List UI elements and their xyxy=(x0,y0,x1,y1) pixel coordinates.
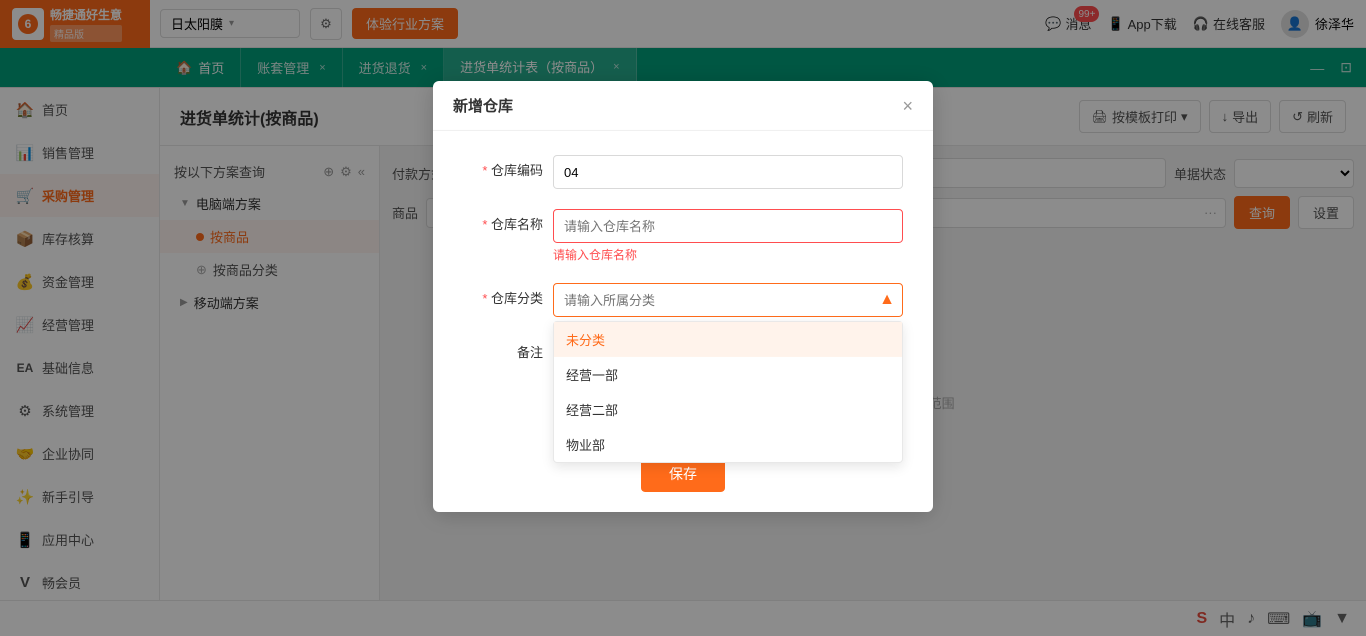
warehouse-category-label: 仓库分类 xyxy=(463,283,543,308)
warehouse-code-label: 仓库编码 xyxy=(463,155,543,180)
warehouse-category-field: ▲ 未分类 经营一部 经营二部 物业部 xyxy=(553,283,903,317)
modal-close-button[interactable]: × xyxy=(902,96,913,114)
warehouse-name-row: 仓库名称 请输入仓库名称 xyxy=(463,209,903,263)
new-warehouse-modal: 新增仓库 × 仓库编码 仓库名称 请输入仓库名称 仓库分类 ▲ xyxy=(433,81,933,512)
warehouse-name-input[interactable] xyxy=(553,209,903,243)
warehouse-remark-label: 备注 xyxy=(463,337,543,362)
dropdown-item-dept2[interactable]: 经营二部 xyxy=(554,392,902,427)
warehouse-category-input[interactable] xyxy=(553,283,903,317)
modal-title: 新增仓库 xyxy=(453,95,513,116)
warehouse-code-row: 仓库编码 xyxy=(463,155,903,189)
category-dropdown: 未分类 经营一部 经营二部 物业部 xyxy=(553,321,903,463)
warehouse-category-row: 仓库分类 ▲ 未分类 经营一部 经营二部 物业部 xyxy=(463,283,903,317)
modal-header: 新增仓库 × xyxy=(433,81,933,131)
warehouse-code-input[interactable] xyxy=(553,155,903,189)
modal-body: 仓库编码 仓库名称 请输入仓库名称 仓库分类 ▲ 未分类 经营一部 xyxy=(433,131,933,444)
dropdown-item-property[interactable]: 物业部 xyxy=(554,427,902,462)
warehouse-code-field xyxy=(553,155,903,189)
dropdown-item-dept1[interactable]: 经营一部 xyxy=(554,357,902,392)
warehouse-name-field: 请输入仓库名称 xyxy=(553,209,903,263)
dropdown-item-uncategorized[interactable]: 未分类 xyxy=(554,322,902,357)
warehouse-name-label: 仓库名称 xyxy=(463,209,543,234)
warehouse-name-error: 请输入仓库名称 xyxy=(553,246,903,263)
